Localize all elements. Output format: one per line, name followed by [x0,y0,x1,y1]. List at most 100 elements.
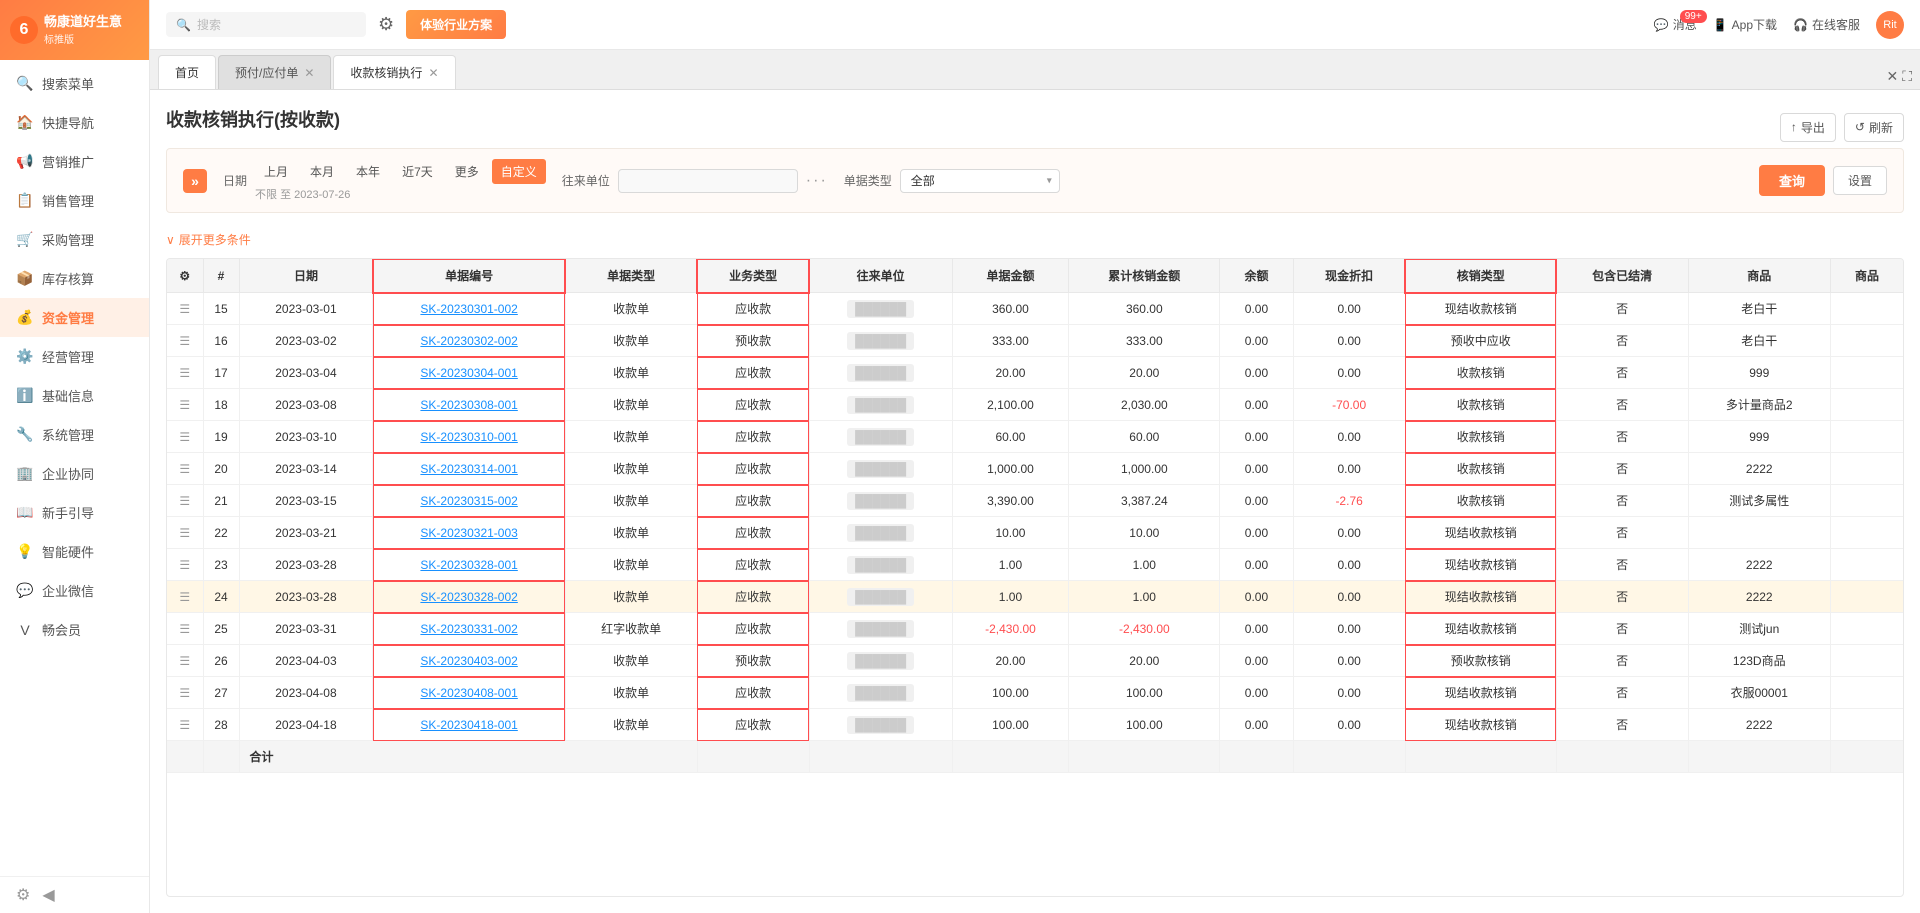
partner-filter-input[interactable] [618,169,798,193]
bill-no-link[interactable]: SK-20230301-002 [420,302,517,316]
sidebar-item-wechat[interactable]: 💬 企业微信 [0,571,149,610]
tab-home[interactable]: 首页 [158,55,216,89]
topbar-search[interactable]: 🔍 搜索 [166,12,366,37]
app-download-button[interactable]: 📱 App下载 [1713,16,1777,33]
tab-collection-verify-close-icon[interactable]: ✕ [428,66,438,80]
cell-gear[interactable]: ☰ [167,453,203,485]
sidebar-item-member[interactable]: V 畅会员 [0,610,149,649]
col-gear[interactable]: ⚙ [167,259,203,293]
sidebar-item-enterprise[interactable]: 🏢 企业协同 [0,454,149,493]
cell-gear[interactable]: ☰ [167,709,203,741]
cell-bill-no[interactable]: SK-20230301-002 [373,293,565,325]
bill-no-link[interactable]: SK-20230403-002 [420,654,517,668]
cell-bill-no[interactable]: SK-20230310-001 [373,421,565,453]
user-avatar[interactable]: Rit [1876,11,1904,39]
cell-bill-no[interactable]: SK-20230302-002 [373,325,565,357]
bill-no-link[interactable]: SK-20230302-002 [420,334,517,348]
enterprise-nav-icon: 🏢 [16,465,34,482]
search-placeholder: 搜索 [197,16,221,33]
sidebar-item-sys-mgmt[interactable]: 🔧 系统管理 [0,415,149,454]
bill-type-select[interactable]: 全部 [900,169,1060,193]
cell-gear[interactable]: ☰ [167,485,203,517]
solution-button[interactable]: 体验行业方案 [406,10,506,39]
bill-no-link[interactable]: SK-20230310-001 [420,430,517,444]
tab-collection-verify[interactable]: 收款核销执行 ✕ [333,55,455,89]
cell-bill-no[interactable]: SK-20230315-002 [373,485,565,517]
more-date-button[interactable]: 更多 [446,159,488,184]
this-year-button[interactable]: 本年 [347,159,389,184]
refresh-button[interactable]: ↺ 刷新 [1844,113,1904,142]
cell-bill-no[interactable]: SK-20230328-002 [373,581,565,613]
collapse-icon[interactable]: ◀ [42,885,54,905]
cell-biz-type: 应收款 [697,453,809,485]
bill-no-link[interactable]: SK-20230331-002 [420,622,517,636]
query-button[interactable]: 查询 [1759,165,1825,196]
bill-no-link[interactable]: SK-20230314-001 [420,462,517,476]
cell-bill-no[interactable]: SK-20230328-001 [373,549,565,581]
last-7days-button[interactable]: 近7天 [393,159,442,184]
cell-gear[interactable]: ☰ [167,581,203,613]
cell-bill-no[interactable]: SK-20230418-001 [373,709,565,741]
sidebar-item-search-menu[interactable]: 🔍 搜索菜单 [0,64,149,103]
page-actions: ↑ 导出 ↺ 刷新 [1780,113,1904,142]
cell-seq: 15 [203,293,239,325]
col-partner: 往来单位 [809,259,952,293]
cell-bill-no[interactable]: SK-20230314-001 [373,453,565,485]
this-month-button[interactable]: 本月 [301,159,343,184]
cell-gear[interactable]: ☰ [167,421,203,453]
cell-gear[interactable]: ☰ [167,549,203,581]
cell-gear[interactable]: ☰ [167,389,203,421]
sidebar-item-inventory[interactable]: 📦 库存核算 [0,259,149,298]
partner-filter-dots[interactable]: ··· [806,172,828,190]
tab-advance-pay[interactable]: 预付/应付单 ✕ [218,55,331,89]
topbar-gear-icon[interactable]: ⚙ [378,14,394,35]
sidebar-item-sales-mgmt[interactable]: 📋 销售管理 [0,181,149,220]
sidebar-item-marketing[interactable]: 📢 营销推广 [0,142,149,181]
cell-bill-no[interactable]: SK-20230408-001 [373,677,565,709]
tab-advance-pay-close-icon[interactable]: ✕ [304,66,314,80]
cell-gear[interactable]: ☰ [167,517,203,549]
bill-no-link[interactable]: SK-20230315-002 [420,494,517,508]
tab-close-all-button[interactable]: ✕ [1886,68,1898,85]
sidebar-item-ops-mgmt[interactable]: ⚙️ 经营管理 [0,337,149,376]
bill-no-link[interactable]: SK-20230408-001 [420,686,517,700]
bill-no-link[interactable]: SK-20230328-001 [420,558,517,572]
cell-bill-no[interactable]: SK-20230321-003 [373,517,565,549]
cell-gear[interactable]: ☰ [167,293,203,325]
message-button[interactable]: 💬 消息 99+ [1654,16,1697,33]
cell-cash-discount: 0.00 [1293,613,1405,645]
sidebar-item-purchase-mgmt[interactable]: 🛒 采购管理 [0,220,149,259]
expand-more-button[interactable]: ∨ 展开更多条件 [166,231,1904,248]
cell-gear[interactable]: ☰ [167,677,203,709]
sidebar-item-basic-info[interactable]: ℹ️ 基础信息 [0,376,149,415]
settings-icon[interactable]: ⚙ [16,885,30,905]
last-month-button[interactable]: 上月 [255,159,297,184]
cell-seq: 20 [203,453,239,485]
bill-no-link[interactable]: SK-20230321-003 [420,526,517,540]
cell-bill-no[interactable]: SK-20230403-002 [373,645,565,677]
cell-gear[interactable]: ☰ [167,325,203,357]
tab-expand-button[interactable]: ⛶ [1902,68,1912,85]
sidebar-item-guide[interactable]: 📖 新手引导 [0,493,149,532]
bill-no-link[interactable]: SK-20230308-001 [420,398,517,412]
export-button[interactable]: ↑ 导出 [1780,113,1836,142]
sidebar-item-fund-mgmt[interactable]: 💰 资金管理 [0,298,149,337]
bill-no-link[interactable]: SK-20230304-001 [420,366,517,380]
cell-gear[interactable]: ☰ [167,357,203,389]
custom-date-button[interactable]: 自定义 [492,159,546,184]
filter-toggle-button[interactable]: » [183,169,207,193]
cell-bill-no[interactable]: SK-20230304-001 [373,357,565,389]
cell-bill-no[interactable]: SK-20230331-002 [373,613,565,645]
cell-bill-no[interactable]: SK-20230308-001 [373,389,565,421]
sidebar-item-smart-hw[interactable]: 💡 智能硬件 [0,532,149,571]
online-service-button[interactable]: 🎧 在线客服 [1793,16,1860,33]
bill-no-link[interactable]: SK-20230418-001 [420,718,517,732]
bill-no-link[interactable]: SK-20230328-002 [420,590,517,604]
filter-settings-button[interactable]: 设置 [1833,166,1887,195]
cell-cash-discount: 0.00 [1293,357,1405,389]
cell-gear[interactable]: ☰ [167,613,203,645]
cell-gear[interactable]: ☰ [167,645,203,677]
member-nav-label: 畅会员 [42,620,81,639]
sidebar-item-quick-nav[interactable]: 🏠 快捷导航 [0,103,149,142]
cell-include-cleared: 否 [1556,357,1688,389]
